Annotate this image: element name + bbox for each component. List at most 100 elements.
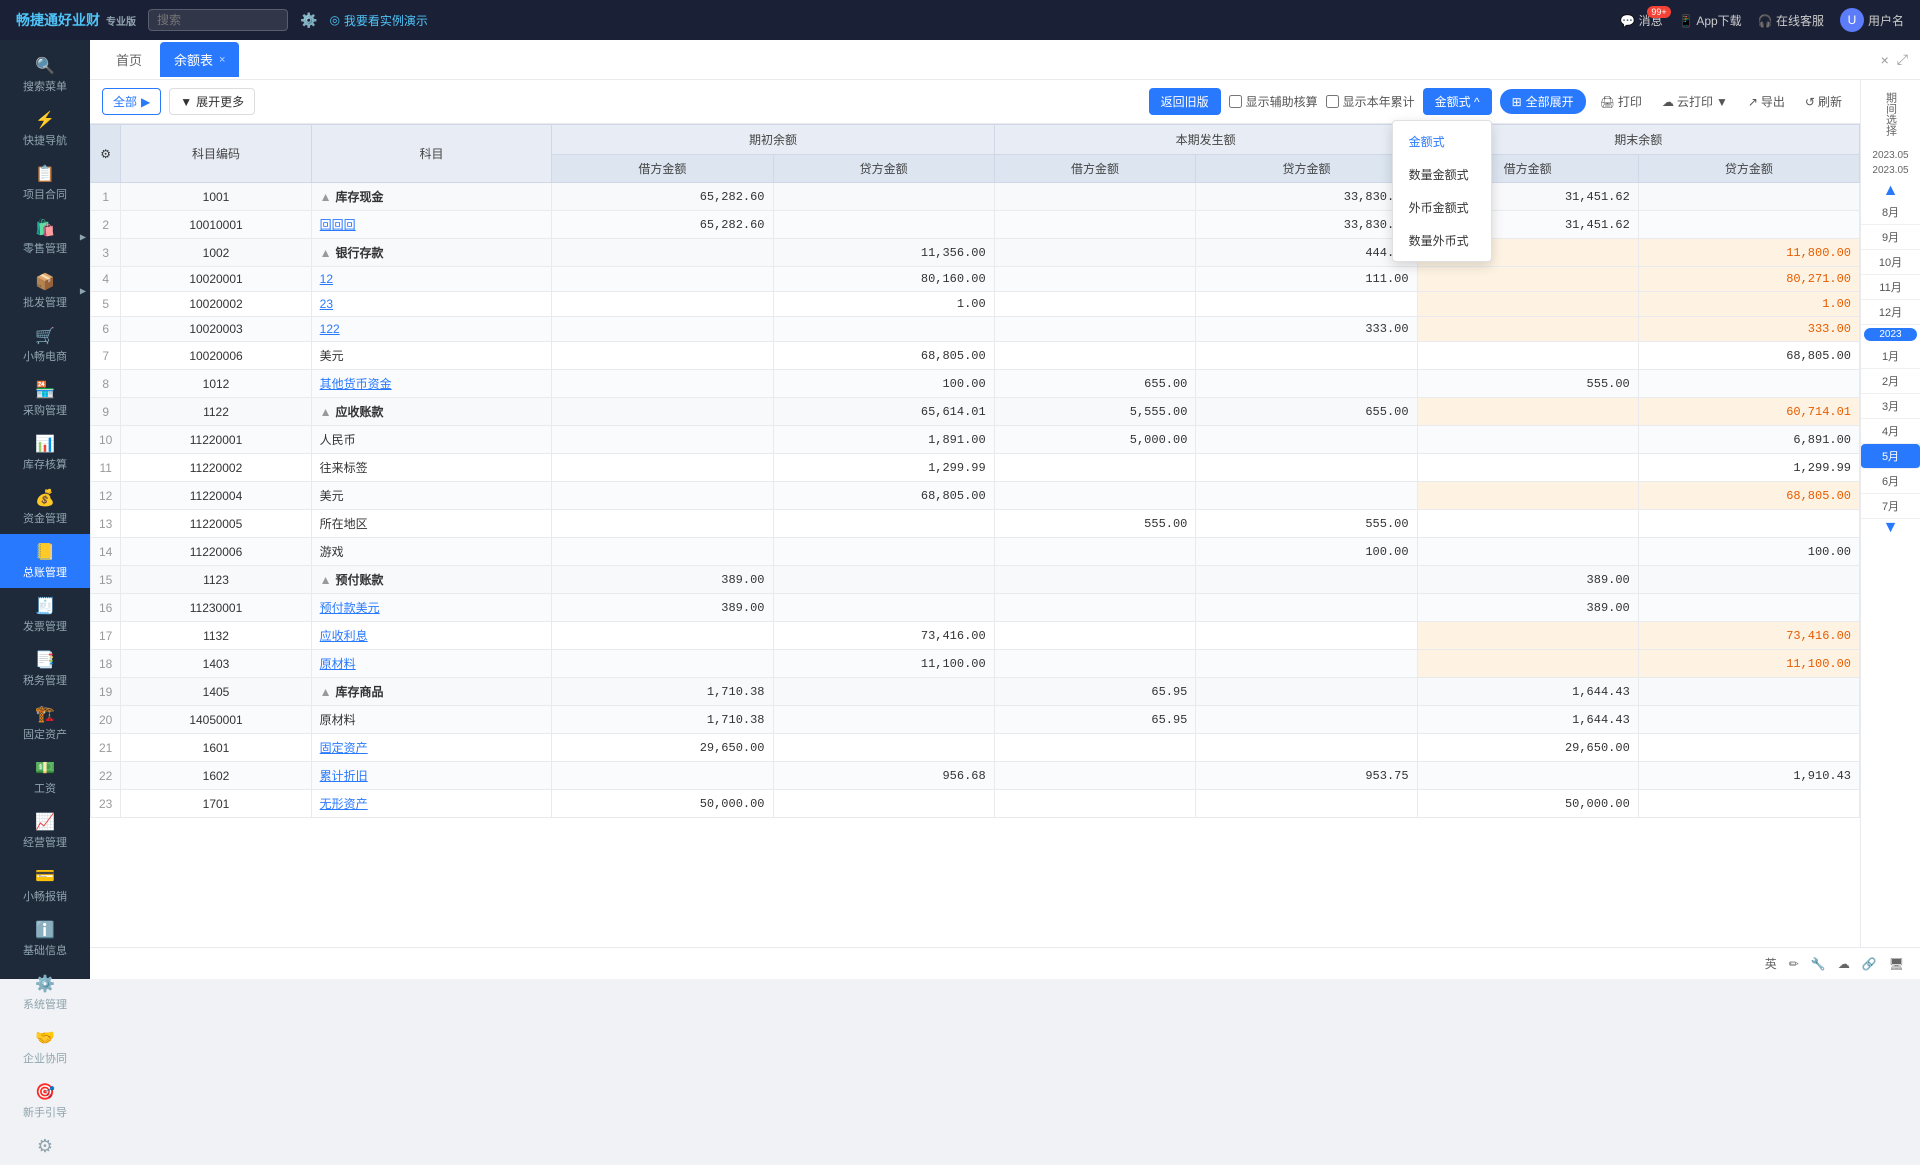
sidebar-label-search: 搜索菜单: [23, 78, 67, 94]
period-item-10[interactable]: 10月: [1861, 250, 1920, 275]
period-title[interactable]: 期间选择: [1879, 88, 1903, 140]
ecommerce-icon: 🛒: [35, 326, 55, 346]
sidebar-item-inventory[interactable]: 📊 库存核算: [0, 426, 90, 480]
col-header-period-debit: 借方金额: [994, 155, 1196, 183]
tab-balance[interactable]: 余额表 ×: [160, 42, 239, 77]
col-header-period: 本期发生额: [994, 125, 1417, 155]
sidebar-item-quicknav[interactable]: ⚡ 快捷导航: [0, 102, 90, 156]
mode-option-amount[interactable]: 金额式: [1393, 125, 1491, 158]
inventory-icon: 📊: [35, 434, 55, 454]
period-item-7[interactable]: 7月: [1861, 494, 1920, 519]
table-row[interactable]: 122: [311, 317, 552, 342]
table-settings-icon[interactable]: ⚙: [91, 125, 121, 183]
period-item-2[interactable]: 2月: [1861, 369, 1920, 394]
window-maximize-icon[interactable]: ⤢: [1897, 51, 1908, 68]
demo-link[interactable]: ◎ 我要看实例演示: [329, 12, 428, 29]
sidebar-item-assets[interactable]: 🏗️ 固定资产: [0, 696, 90, 750]
mode-option-qty-foreign[interactable]: 数量外币式: [1393, 224, 1491, 257]
table-row[interactable]: 固定资产: [311, 734, 552, 762]
sidebar-item-tax[interactable]: 📑 税务管理: [0, 642, 90, 696]
show-auxiliary-checkbox[interactable]: 显示辅助核算: [1229, 93, 1318, 110]
table-row[interactable]: 原材料: [311, 650, 552, 678]
expand-all-toggle[interactable]: ⊞ 全部展开: [1500, 89, 1586, 114]
period-item-6[interactable]: 6月: [1861, 469, 1920, 494]
message-button[interactable]: 💬 消息 99+: [1620, 12, 1662, 29]
sidebar-item-project[interactable]: 📋 项目合同: [0, 156, 90, 210]
mode-option-foreign-amount[interactable]: 外币金额式: [1393, 191, 1491, 224]
sidebar-item-funds[interactable]: 💰 资金管理: [0, 480, 90, 534]
table-row[interactable]: 12: [311, 267, 552, 292]
period-next-icon[interactable]: ▼: [1883, 519, 1899, 537]
status-edit-btn[interactable]: ✏: [1789, 957, 1799, 971]
period-item-4[interactable]: 4月: [1861, 419, 1920, 444]
sidebar-item-retail[interactable]: 🛍️ 零售管理: [0, 210, 90, 264]
status-settings-btn[interactable]: 🔧: [1811, 957, 1826, 971]
period-item-3[interactable]: 3月: [1861, 394, 1920, 419]
mode-option-qty-amount[interactable]: 数量金额式: [1393, 158, 1491, 191]
sidebar-item-search[interactable]: 🔍 搜索菜单: [0, 48, 90, 102]
table-row[interactable]: 无形资产: [311, 790, 552, 818]
user-avatar[interactable]: U 用户名: [1840, 8, 1904, 32]
window-close-icon[interactable]: ×: [1881, 52, 1889, 68]
table-row: ▲应收账款: [311, 398, 552, 426]
period-item-8[interactable]: 8月: [1861, 200, 1920, 225]
tab-close-icon[interactable]: ×: [219, 54, 225, 66]
sidebar-item-wholesale[interactable]: 📦 批发管理: [0, 264, 90, 318]
table-row[interactable]: 应收利息: [311, 622, 552, 650]
sidebar-item-invoice[interactable]: 🧾 发票管理: [0, 588, 90, 642]
sidebar-item-system[interactable]: ⚙️ 系统管理: [0, 966, 90, 1020]
sidebar-item-guide[interactable]: 🎯 新手引导: [0, 1074, 90, 1128]
expand-more-button[interactable]: ▼ 展开更多: [169, 88, 255, 115]
table-row[interactable]: 23: [311, 292, 552, 317]
sidebar-item-ledger[interactable]: 📒 总账管理: [0, 534, 90, 588]
status-cloud-btn[interactable]: ☁: [1838, 957, 1850, 971]
mode-button[interactable]: 金额式 ^: [1423, 88, 1492, 115]
period-item-5[interactable]: 5月: [1861, 444, 1920, 469]
status-lang-btn[interactable]: 英: [1765, 955, 1777, 972]
sidebar-settings-icon[interactable]: ⚙: [29, 1128, 61, 1165]
table-row: 1,299.99: [773, 454, 994, 482]
table-row: 11220001: [121, 426, 311, 454]
ytd-checkbox-input[interactable]: [1326, 95, 1339, 108]
show-ytd-checkbox[interactable]: 显示本年累计: [1326, 93, 1415, 110]
period-prev-icon[interactable]: ▲: [1883, 182, 1899, 200]
online-service-button[interactable]: 🎧 在线客服: [1758, 12, 1824, 29]
auxiliary-checkbox-input[interactable]: [1229, 95, 1242, 108]
sidebar-item-expense[interactable]: 💳 小畅报销: [0, 858, 90, 912]
sidebar-item-collab[interactable]: 🤝 企业协同: [0, 1020, 90, 1074]
status-link-btn[interactable]: 🔗: [1862, 957, 1877, 971]
sidebar-item-base[interactable]: ℹ️ 基础信息: [0, 912, 90, 966]
status-screen-btn[interactable]: 🖥: [1889, 957, 1904, 971]
table-row: 953.75: [1196, 762, 1417, 790]
funds-icon: 💰: [35, 488, 55, 508]
sidebar-item-ecommerce[interactable]: 🛒 小畅电商: [0, 318, 90, 372]
table-row[interactable]: 累计折旧: [311, 762, 552, 790]
table-row: 11,100.00: [773, 650, 994, 678]
table-row: 7: [91, 342, 121, 370]
sidebar-item-operations[interactable]: 📈 经营管理: [0, 804, 90, 858]
table-row[interactable]: 预付款美元: [311, 594, 552, 622]
wrench-icon: 🔧: [1811, 957, 1826, 971]
sidebar-item-purchase[interactable]: 🏪 采购管理: [0, 372, 90, 426]
sidebar-item-salary[interactable]: 💵 工资: [0, 750, 90, 804]
tab-home[interactable]: 首页: [102, 42, 156, 77]
period-item-9[interactable]: 9月: [1861, 225, 1920, 250]
print-button[interactable]: 🖨 打印: [1594, 89, 1648, 114]
table-row: [994, 482, 1196, 510]
cloud-print-button[interactable]: ☁ 云打印 ▼: [1656, 89, 1734, 114]
table-row[interactable]: 其他货币资金: [311, 370, 552, 398]
back-to-old-button[interactable]: 返回旧版: [1149, 88, 1221, 115]
period-item-11[interactable]: 11月: [1861, 275, 1920, 300]
table-row[interactable]: 回回回: [311, 211, 552, 239]
period-item-12[interactable]: 12月: [1861, 300, 1920, 325]
refresh-button[interactable]: ↺ 刷新: [1799, 89, 1848, 114]
table-row: [773, 566, 994, 594]
table-row: ▲银行存款: [311, 239, 552, 267]
app-download-button[interactable]: 📱 App下载: [1679, 12, 1742, 29]
header-search-input[interactable]: [148, 9, 288, 31]
export-button[interactable]: ↗ 导出: [1742, 89, 1791, 114]
all-filter-button[interactable]: 全部 ▶: [102, 88, 161, 115]
table-row: 15: [91, 566, 121, 594]
period-item-1[interactable]: 1月: [1861, 344, 1920, 369]
settings-icon[interactable]: ⚙️: [300, 12, 317, 29]
